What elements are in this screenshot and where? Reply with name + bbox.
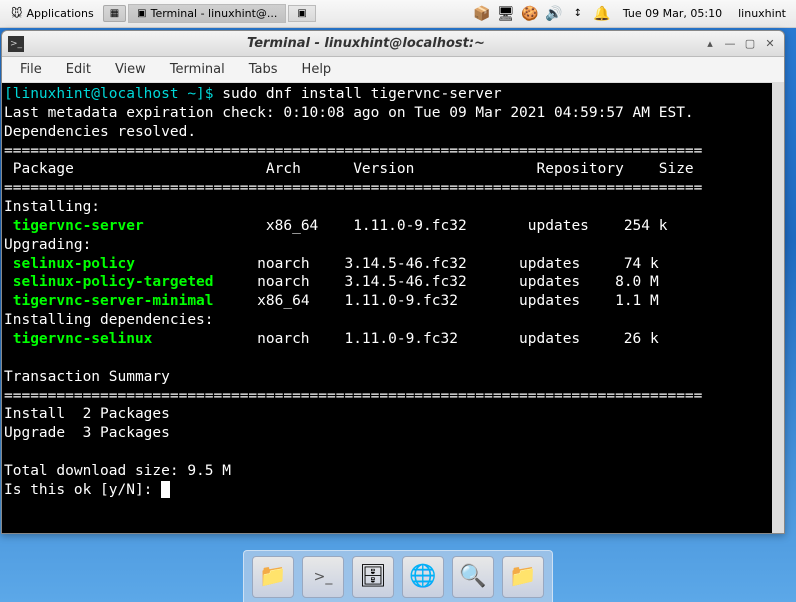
- window-titlebar[interactable]: >_ Terminal - linuxhint@localhost:~ ▴ — …: [2, 31, 784, 57]
- volume-tray-icon[interactable]: 🔊: [545, 5, 563, 23]
- pkg3-name: selinux-policy-targeted: [4, 274, 214, 290]
- panel-clock[interactable]: Tue 09 Mar, 05:10: [615, 7, 730, 20]
- install-count: Install 2 Packages: [4, 406, 170, 422]
- pkg1-rest: x86_64 1.11.0-9.fc32 updates 254 k: [144, 218, 668, 234]
- terminal-cursor: [161, 481, 170, 498]
- home-folder-icon: 📁: [509, 564, 536, 589]
- menu-file[interactable]: File: [8, 58, 54, 81]
- dock-filemgr[interactable]: 🗄: [352, 556, 394, 598]
- hrule-top: ========================================…: [4, 143, 702, 159]
- dock-web[interactable]: 🌐: [402, 556, 444, 598]
- table-header: Package Arch Version Repository Size: [4, 161, 694, 177]
- package-tray-icon[interactable]: 📦: [473, 5, 491, 23]
- window-title: Terminal - linuxhint@localhost:~: [30, 36, 702, 51]
- installing-label: Installing:: [4, 199, 100, 215]
- download-size: Total download size: 9.5 M: [4, 463, 231, 479]
- pkg2-rest: noarch 3.14.5-46.fc32 updates 74 k: [135, 256, 659, 272]
- pkg2-name: selinux-policy: [4, 256, 135, 272]
- command-text: sudo dnf install tigervnc-server: [222, 86, 501, 102]
- pkg1-name: tigervnc-server: [4, 218, 144, 234]
- filemgr-icon: 🗄: [359, 564, 387, 589]
- menu-terminal[interactable]: Terminal: [158, 58, 237, 81]
- pkg3-rest: noarch 3.14.5-46.fc32 updates 8.0 M: [214, 274, 659, 290]
- minimize-button[interactable]: —: [722, 36, 738, 52]
- upgrading-label: Upgrading:: [4, 237, 91, 253]
- upgrade-count: Upgrade 3 Packages: [4, 425, 170, 441]
- search-icon: 🔍: [459, 564, 486, 589]
- app2-icon: ▣: [297, 8, 306, 19]
- rollup-button[interactable]: ▴: [702, 36, 718, 52]
- taskbar-app2[interactable]: ▣: [288, 5, 315, 22]
- user-menu[interactable]: linuxhint: [732, 7, 792, 20]
- terminal-icon: >_: [314, 569, 333, 585]
- globe-icon: 🌐: [409, 564, 436, 589]
- menu-edit[interactable]: Edit: [54, 58, 103, 81]
- terminal-area[interactable]: [linuxhint@localhost ~]$ sudo dnf instal…: [2, 83, 784, 533]
- dock-files[interactable]: 📁: [252, 556, 294, 598]
- workspace-switcher[interactable]: ▦: [103, 5, 126, 22]
- pkg5-name: tigervnc-selinux: [4, 331, 152, 347]
- menubar: File Edit View Terminal Tabs Help: [2, 57, 784, 83]
- dock-home[interactable]: 📁: [502, 556, 544, 598]
- pkg4-rest: x86_64 1.11.0-9.fc32 updates 1.1 M: [214, 293, 659, 309]
- disk-tray-icon[interactable]: 🍪: [521, 5, 539, 23]
- hrule-bot: ========================================…: [4, 388, 702, 404]
- prompt: [linuxhint@localhost ~]$: [4, 86, 222, 102]
- notification-tray-icon[interactable]: 🔔: [593, 5, 611, 23]
- installing-deps-label: Installing dependencies:: [4, 312, 214, 328]
- confirm-prompt: Is this ok [y/N]:: [4, 482, 161, 498]
- display-tray-icon[interactable]: 🖥: [497, 5, 515, 23]
- pkg5-rest: noarch 1.11.0-9.fc32 updates 26 k: [152, 331, 658, 347]
- folder-icon: 📁: [259, 564, 286, 589]
- dock-search[interactable]: 🔍: [452, 556, 494, 598]
- menu-help[interactable]: Help: [290, 58, 344, 81]
- maximize-button[interactable]: ▢: [742, 36, 758, 52]
- mouse-icon: 🐭: [11, 7, 22, 20]
- menu-view[interactable]: View: [103, 58, 158, 81]
- applications-menu[interactable]: 🐭 Applications: [4, 4, 101, 23]
- terminal-scrollbar[interactable]: [772, 83, 784, 533]
- metadata-line: Last metadata expiration check: 0:10:08 …: [4, 105, 694, 121]
- pkg4-name: tigervnc-server-minimal: [4, 293, 214, 309]
- dock-terminal[interactable]: >_: [302, 556, 344, 598]
- deps-resolved: Dependencies resolved.: [4, 124, 196, 140]
- bottom-dock: 📁 >_ 🗄 🌐 🔍 📁: [243, 550, 553, 602]
- terminal-task-icon: ▣: [137, 8, 146, 19]
- network-tray-icon[interactable]: ↕: [569, 5, 587, 23]
- menu-tabs[interactable]: Tabs: [237, 58, 290, 81]
- taskbar-terminal[interactable]: ▣ Terminal - linuxhint@...: [128, 4, 286, 23]
- close-button[interactable]: ✕: [762, 36, 778, 52]
- transaction-summary: Transaction Summary: [4, 369, 170, 385]
- terminal-window: >_ Terminal - linuxhint@localhost:~ ▴ — …: [1, 30, 785, 534]
- terminal-title-icon: >_: [8, 36, 24, 52]
- workspace-icon: ▦: [110, 8, 119, 19]
- top-panel: 🐭 Applications ▦ ▣ Terminal - linuxhint@…: [0, 0, 796, 28]
- hrule-mid: ========================================…: [4, 180, 702, 196]
